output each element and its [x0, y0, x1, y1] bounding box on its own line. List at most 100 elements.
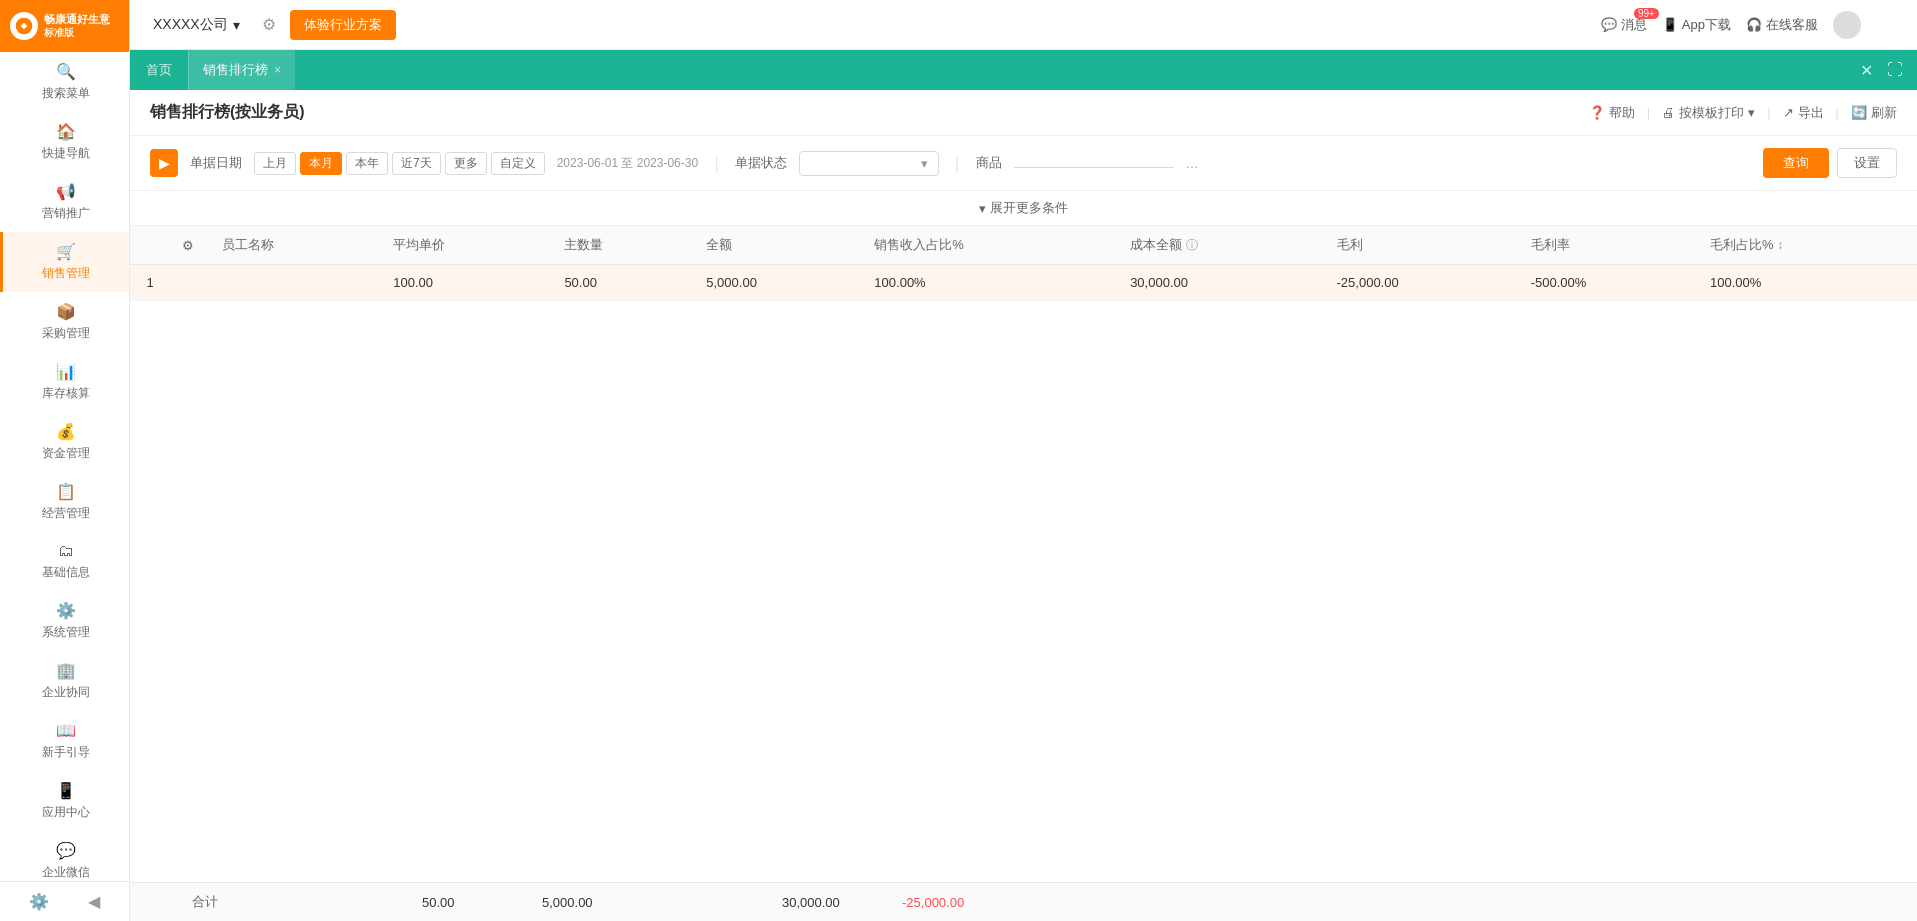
status-filter-label: 单据状态 [735, 154, 787, 172]
sidebar-item-basic-info[interactable]: 🗂 基础信息 [0, 532, 129, 591]
expand-conditions-btn[interactable]: ▾ 展开更多条件 [979, 199, 1068, 217]
page-content: 销售排行榜(按业务员) ❓ 帮助 | 🖨 按模板打印 ▾ | ↗ [130, 90, 1917, 882]
date-buttons: 上月 本月 本年 近7天 更多 自定义 [254, 152, 545, 175]
company-name: XXXXX公司 [153, 16, 228, 34]
home-label: 首页 [146, 61, 172, 79]
filter-sep-1: | [714, 153, 719, 174]
table-row: 1 100.00 50.00 5,000.00 100.00% 30,000.0… [130, 265, 1917, 301]
tab-home[interactable]: 首页 [130, 50, 188, 90]
sidebar-label-guide: 新手引导 [42, 744, 90, 761]
sidebar-icon-guide: 📖 [56, 721, 76, 740]
expand-chevron-icon: ▾ [979, 201, 986, 216]
table-body: 1 100.00 50.00 5,000.00 100.00% 30,000.0… [130, 265, 1917, 301]
profit-pct-sort-icon[interactable]: ↕ [1777, 238, 1783, 252]
company-selector[interactable]: XXXXX公司 ▾ [145, 12, 248, 38]
set-button[interactable]: 设置 [1837, 148, 1897, 178]
summary-amount: 5,000.00 [542, 895, 662, 910]
tab-close-window-icon[interactable]: ✕ [1854, 57, 1879, 84]
online-service-button[interactable]: 🎧 在线客服 [1746, 16, 1818, 34]
divider-3: | [1836, 105, 1839, 120]
sidebar-label-inventory: 库存核算 [42, 385, 90, 402]
summary-profit: -25,000.00 [902, 895, 1022, 910]
sidebar-label-apps: 应用中心 [42, 804, 90, 821]
sidebar-item-enterprise[interactable]: 🏢 企业协同 [0, 651, 129, 711]
sidebar-icon-enterprise: 🏢 [56, 661, 76, 680]
print-label: 按模板打印 [1679, 104, 1744, 122]
th-settings[interactable]: ⚙ [170, 226, 210, 265]
divider-2: | [1767, 105, 1770, 120]
status-select[interactable]: ▾ [799, 151, 939, 176]
sidebar-item-guide[interactable]: 📖 新手引导 [0, 711, 129, 771]
prev-month-btn[interactable]: 上月 [254, 152, 296, 175]
tab-sales-rank[interactable]: 销售排行榜 × [188, 50, 295, 90]
service-label: 在线客服 [1766, 16, 1818, 34]
chevron-down-icon: ▾ [233, 17, 240, 33]
export-button[interactable]: ↗ 导出 [1783, 104, 1824, 122]
print-icon: 🖨 [1662, 105, 1675, 120]
cell-settings [170, 265, 210, 301]
sidebar-item-finance[interactable]: 💰 资金管理 [0, 412, 129, 472]
sidebar-item-purchase[interactable]: 📦 采购管理 [0, 292, 129, 352]
refresh-button[interactable]: 🔄 刷新 [1851, 104, 1897, 122]
cell-avg-price: 100.00 [381, 265, 552, 301]
message-button[interactable]: 💬 消息 99+ [1601, 16, 1647, 34]
custom-btn[interactable]: 自定义 [491, 152, 545, 175]
header-right: 💬 消息 99+ 📱 App下载 🎧 在线客服 [1601, 11, 1902, 39]
sidebar-item-search[interactable]: 🔍 搜索菜单 [0, 52, 129, 112]
app-version: 标准版 [44, 26, 110, 40]
filter-more-btn[interactable]: … [1186, 156, 1199, 171]
page-title: 销售排行榜(按业务员) [150, 102, 305, 123]
user-avatar[interactable] [1833, 11, 1861, 39]
export-icon: ↗ [1783, 105, 1794, 120]
goods-input[interactable] [1014, 159, 1174, 168]
sidebar-icon-purchase: 📦 [56, 302, 76, 321]
table-area: ⚙ 员工名称 平均单价 主数量 全额 销售收入占比% 成本全额 ⓘ 毛利 毛利率 [130, 226, 1917, 301]
more-btn[interactable]: 更多 [445, 152, 487, 175]
sidebar-icon-basic-info: 🗂 [58, 542, 74, 560]
sidebar-item-sales[interactable]: 🛒 销售管理 [0, 232, 129, 292]
query-button[interactable]: 查询 [1763, 148, 1829, 178]
table-header: ⚙ 员工名称 平均单价 主数量 全额 销售收入占比% 成本全额 ⓘ 毛利 毛利率 [130, 226, 1917, 265]
content-area: 销售排行榜(按业务员) ❓ 帮助 | 🖨 按模板打印 ▾ | ↗ [130, 90, 1917, 882]
help-button[interactable]: ❓ 帮助 [1589, 104, 1635, 122]
sidebar-label-operations: 经营管理 [42, 505, 90, 522]
sidebar-item-wechat[interactable]: 💬 企业微信 [0, 831, 129, 881]
message-icon: 💬 [1601, 17, 1617, 32]
sidebar-item-quick-nav[interactable]: 🏠 快捷导航 [0, 112, 129, 172]
sidebar-icon-sales: 🛒 [56, 242, 76, 261]
help-icon: ❓ [1589, 105, 1605, 120]
trial-button[interactable]: 体验行业方案 [290, 10, 396, 40]
header-gear-icon[interactable]: ⚙ [258, 11, 280, 38]
refresh-icon: 🔄 [1851, 105, 1867, 120]
sidebar-icon-apps: 📱 [56, 781, 76, 800]
sidebar-item-apps[interactable]: 📱 应用中心 [0, 771, 129, 831]
settings-bottom-icon[interactable]: ⚙️ [29, 892, 49, 911]
cell-sales-pct: 100.00% [862, 265, 1118, 301]
this-year-btn[interactable]: 本年 [346, 152, 388, 175]
app-download-button[interactable]: 📱 App下载 [1662, 16, 1731, 34]
th-sales-pct: 销售收入占比% [862, 226, 1118, 265]
headset-icon: 🎧 [1746, 17, 1762, 32]
print-chevron-icon: ▾ [1748, 105, 1755, 120]
7days-btn[interactable]: 近7天 [392, 152, 441, 175]
sidebar-item-operations[interactable]: 📋 经营管理 [0, 472, 129, 532]
th-profit: 毛利 [1325, 226, 1519, 265]
cost-info-icon[interactable]: ⓘ [1186, 238, 1198, 252]
filter-collapse-btn[interactable]: ▶ [150, 149, 178, 177]
cell-profit-rate: -500.00% [1519, 265, 1698, 301]
print-button[interactable]: 🖨 按模板打印 ▾ [1662, 104, 1755, 122]
sidebar-item-system[interactable]: ⚙️ 系统管理 [0, 591, 129, 651]
sidebar-icon-search: 🔍 [56, 62, 76, 81]
tab-close-icon[interactable]: × [274, 63, 281, 77]
th-employee: 员工名称 [210, 226, 381, 265]
cell-amount: 5,000.00 [694, 265, 862, 301]
sidebar-item-inventory[interactable]: 📊 库存核算 [0, 352, 129, 412]
th-profit-rate: 毛利率 [1519, 226, 1698, 265]
sidebar-item-marketing[interactable]: 📢 营销推广 [0, 172, 129, 232]
tab-maximize-icon[interactable]: ⛶ [1881, 57, 1909, 83]
summary-label: 合计 [142, 893, 322, 911]
collapse-icon[interactable]: ◀ [88, 892, 100, 911]
current-month-btn[interactable]: 本月 [300, 152, 342, 175]
cell-profit-pct: 100.00% [1698, 265, 1917, 301]
sidebar-label-purchase: 采购管理 [42, 325, 90, 342]
